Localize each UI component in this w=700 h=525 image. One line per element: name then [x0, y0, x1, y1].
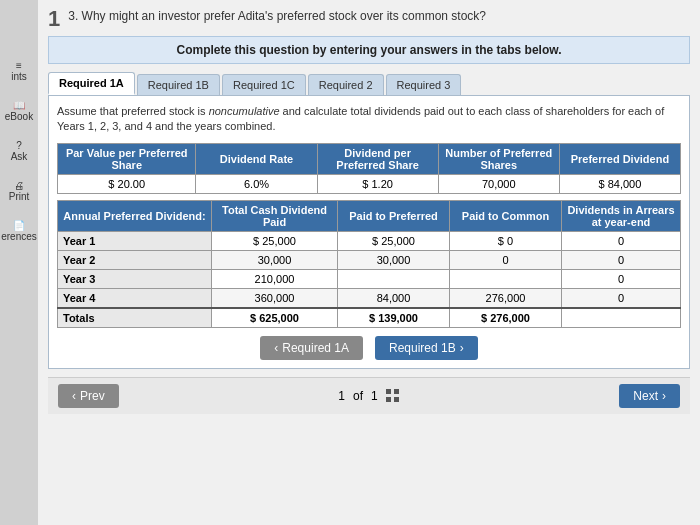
- num-preferred-shares: 70,000: [438, 174, 559, 193]
- year3-total-cash: 210,000: [212, 269, 338, 288]
- tab-required-1c[interactable]: Required 1C: [222, 74, 306, 95]
- assume-text: Assume that preferred stock is noncumula…: [57, 104, 681, 135]
- data-table: Annual Preferred Dividend: Total Cash Di…: [57, 200, 681, 328]
- totals-arrears: [562, 308, 681, 328]
- chevron-left-icon: ‹: [274, 341, 278, 355]
- info-col1-header: Par Value per Preferred Share: [58, 143, 196, 174]
- year3-paid-common: [450, 269, 562, 288]
- year2-total-cash: 30,000: [212, 250, 338, 269]
- table-row: Year 2 30,000 30,000 0 0: [58, 250, 681, 269]
- annual-pref-header: Annual Preferred Dividend:: [58, 200, 212, 231]
- main-content: 1 3. Why might an investor prefer Adita'…: [38, 0, 700, 525]
- year4-arrears: 0: [562, 288, 681, 308]
- year3-arrears: 0: [562, 269, 681, 288]
- sidebar-item-ints[interactable]: ≡ ints: [11, 60, 27, 82]
- table-row-totals: Totals $ 625,000 $ 139,000 $ 276,000: [58, 308, 681, 328]
- chevron-right-icon: ›: [662, 389, 666, 403]
- nav-left: ‹ Prev: [58, 384, 119, 408]
- sidebar-item-erences[interactable]: 📄 erences: [1, 220, 37, 242]
- req1b-button[interactable]: Required 1B ›: [375, 336, 478, 360]
- year2-label: Year 2: [58, 250, 212, 269]
- year2-paid-common: 0: [450, 250, 562, 269]
- year2-arrears: 0: [562, 250, 681, 269]
- info-col2-header: Dividend Rate: [196, 143, 317, 174]
- sidebar-item-ask[interactable]: ? Ask: [11, 140, 28, 162]
- info-grid: Par Value per Preferred Share Dividend R…: [57, 143, 681, 194]
- table-row: Year 1 $ 25,000 $ 25,000 $ 0 0: [58, 231, 681, 250]
- total-cash-header: Total Cash Dividend Paid: [212, 200, 338, 231]
- info-col3-header: Dividend per Preferred Share: [317, 143, 438, 174]
- bottom-nav: ‹ Prev 1 of 1 Next ›: [48, 377, 690, 414]
- sidebar: ≡ ints 📖 eBook ? Ask 🖨 Print 📄 erences: [0, 0, 38, 525]
- year4-paid-common: 276,000: [450, 288, 562, 308]
- tab-required-2[interactable]: Required 2: [308, 74, 384, 95]
- div-per-share: $ 1.20: [317, 174, 438, 193]
- info-col5-header: Preferred Dividend: [559, 143, 680, 174]
- year4-label: Year 4: [58, 288, 212, 308]
- info-col4-header: Number of Preferred Shares: [438, 143, 559, 174]
- paid-common-header: Paid to Common: [450, 200, 562, 231]
- year3-paid-preferred: [338, 269, 450, 288]
- tab-required-1a[interactable]: Required 1A: [48, 72, 135, 95]
- grid-icon[interactable]: [386, 389, 400, 403]
- year4-total-cash: 360,000: [212, 288, 338, 308]
- year1-paid-preferred: $ 25,000: [338, 231, 450, 250]
- paid-preferred-header: Paid to Preferred: [338, 200, 450, 231]
- question-header: 1 3. Why might an investor prefer Adita'…: [48, 8, 690, 30]
- totals-paid-common: $ 276,000: [450, 308, 562, 328]
- instruction-box: Complete this question by entering your …: [48, 36, 690, 64]
- book-icon: 📖: [13, 100, 25, 111]
- tab-required-1b[interactable]: Required 1B: [137, 74, 220, 95]
- dividends-arrears-header: Dividends in Arrears at year-end: [562, 200, 681, 231]
- dividend-rate: 6.0%: [196, 174, 317, 193]
- sidebar-item-print[interactable]: 🖨 Print: [9, 180, 30, 202]
- ask-icon: ?: [16, 140, 22, 151]
- question-number: 1: [48, 8, 60, 30]
- tab-required-3[interactable]: Required 3: [386, 74, 462, 95]
- totals-total-cash: $ 625,000: [212, 308, 338, 328]
- ref-icon: 📄: [13, 220, 25, 231]
- year1-paid-common: $ 0: [450, 231, 562, 250]
- preferred-dividend: $ 84,000: [559, 174, 680, 193]
- year1-arrears: 0: [562, 231, 681, 250]
- req1a-button[interactable]: ‹ Required 1A: [260, 336, 363, 360]
- print-icon: 🖨: [14, 180, 24, 191]
- year4-paid-preferred: 84,000: [338, 288, 450, 308]
- sidebar-item-ebook[interactable]: 📖 eBook: [5, 100, 33, 122]
- year1-total-cash: $ 25,000: [212, 231, 338, 250]
- year1-label: Year 1: [58, 231, 212, 250]
- par-value: $ 20.00: [58, 174, 196, 193]
- table-row: Year 4 360,000 84,000 276,000 0: [58, 288, 681, 308]
- totals-paid-preferred: $ 139,000: [338, 308, 450, 328]
- nav-right: Next ›: [619, 384, 680, 408]
- tabs-row: Required 1A Required 1B Required 1C Requ…: [48, 72, 690, 95]
- tab-content: Assume that preferred stock is noncumula…: [48, 95, 690, 369]
- year3-label: Year 3: [58, 269, 212, 288]
- year2-paid-preferred: 30,000: [338, 250, 450, 269]
- chevron-left-icon: ‹: [72, 389, 76, 403]
- page-info: 1 of 1: [338, 389, 399, 403]
- question-text: 3. Why might an investor prefer Adita's …: [68, 8, 486, 25]
- chevron-right-icon: ›: [460, 341, 464, 355]
- table-row: Year 3 210,000 0: [58, 269, 681, 288]
- prev-button[interactable]: ‹ Prev: [58, 384, 119, 408]
- totals-label: Totals: [58, 308, 212, 328]
- next-button[interactable]: Next ›: [619, 384, 680, 408]
- list-icon: ≡: [16, 60, 22, 71]
